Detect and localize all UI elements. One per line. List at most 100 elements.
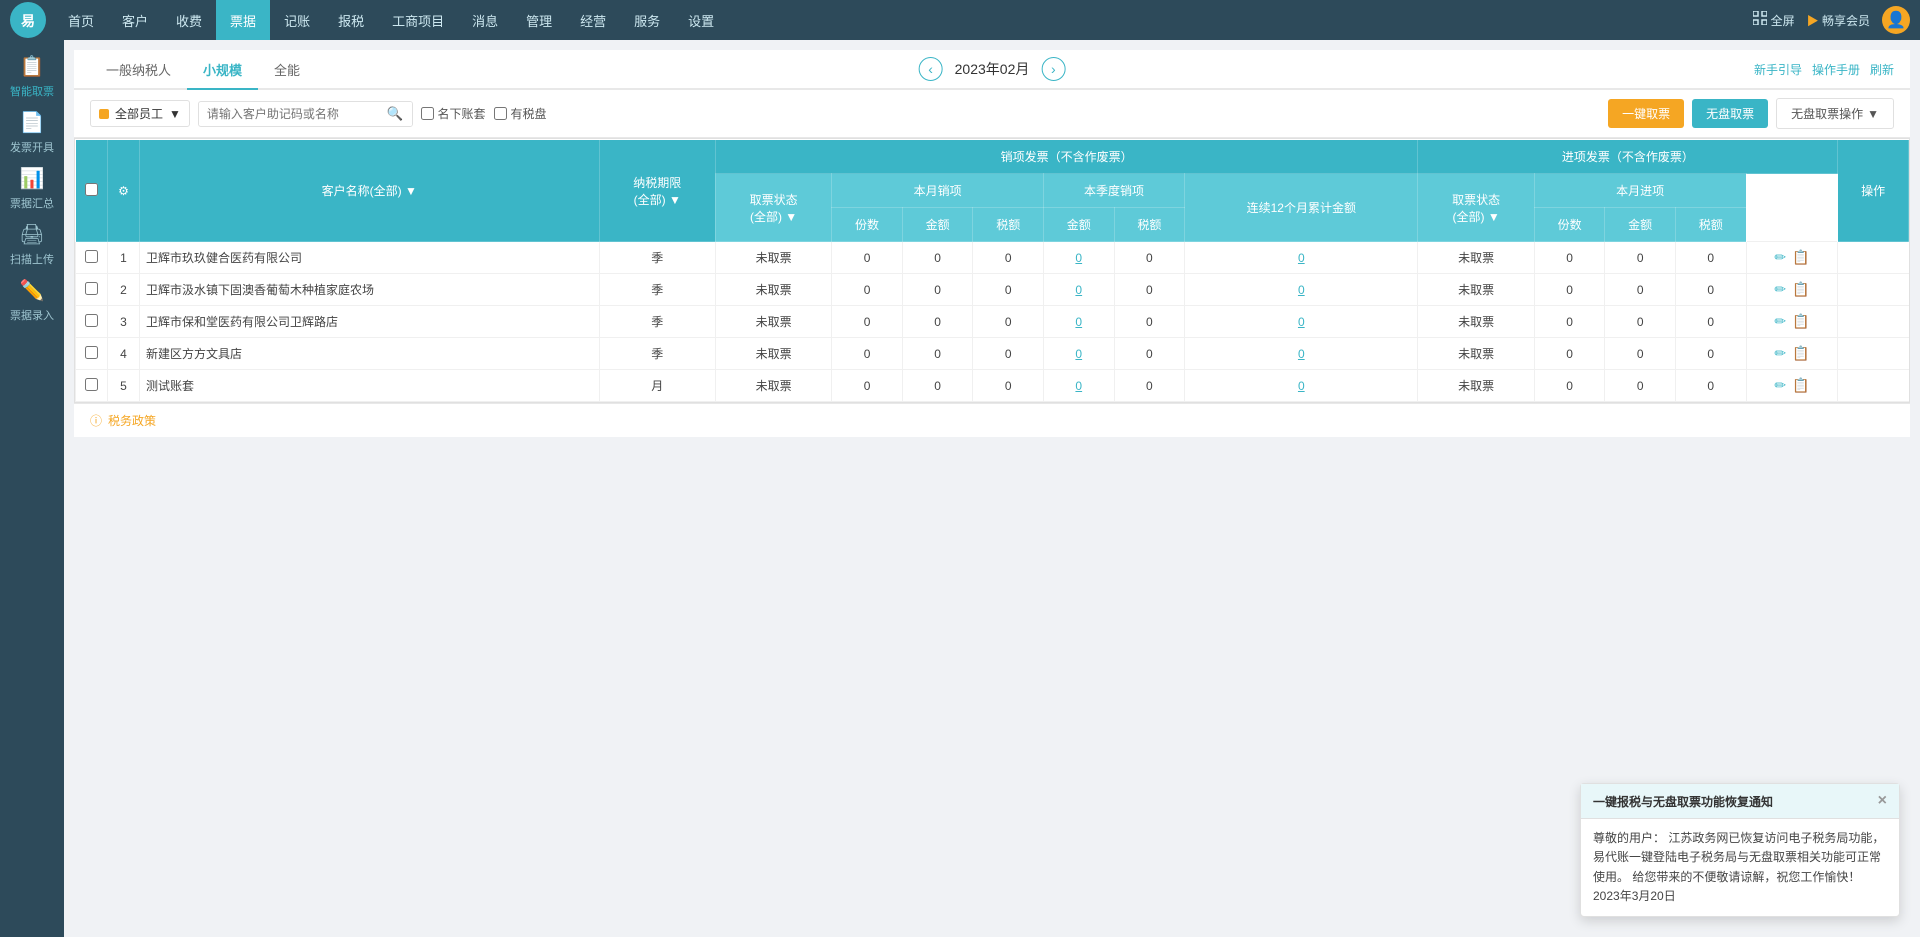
row-checkbox[interactable] [85, 250, 98, 263]
row-checkbox-cell[interactable] [76, 242, 108, 274]
view-icon[interactable]: 📋 [1792, 345, 1809, 362]
edit-icon[interactable]: ✏ [1774, 281, 1786, 298]
nav-item-报税[interactable]: 报税 [324, 0, 378, 40]
row-purchase-month-tax: 0 [1675, 306, 1746, 338]
edit-icon[interactable]: ✏ [1774, 313, 1786, 330]
select-all-checkbox[interactable] [85, 183, 98, 196]
search-button[interactable]: 🔍 [379, 102, 412, 126]
dropdown-icon: ▼ [169, 107, 181, 121]
row-checkbox-cell[interactable] [76, 338, 108, 370]
row-actions: ✏ 📋 [1746, 370, 1838, 402]
row-sales-quarter-amount[interactable]: 0 [1043, 274, 1114, 306]
row-sales-month-tax: 0 [973, 338, 1044, 370]
edit-icon[interactable]: ✏ [1774, 249, 1786, 266]
notification-close-btn[interactable]: × [1878, 792, 1887, 810]
info-icon: ⓘ [90, 412, 102, 429]
view-icon[interactable]: 📋 [1792, 281, 1809, 298]
employee-select[interactable]: 全部员工 ▼ [90, 100, 190, 127]
avatar[interactable]: 👤 [1882, 6, 1910, 34]
row-purchase-status: 未取票 [1418, 306, 1534, 338]
sidebar-item-4[interactable]: ✏️票据录入 [0, 272, 64, 328]
row-checkbox[interactable] [85, 314, 98, 327]
operations-col-header: 操作 [1838, 140, 1909, 242]
row-checkbox-cell[interactable] [76, 306, 108, 338]
row-tax-period: 季 [599, 274, 715, 306]
row-sales-month-tax: 0 [973, 370, 1044, 402]
nav-item-设置[interactable]: 设置 [674, 0, 728, 40]
tab-小规模[interactable]: 小规模 [187, 50, 258, 90]
row-sales-month-tax: 0 [973, 306, 1044, 338]
row-sales-quarter-tax: 0 [1114, 370, 1185, 402]
view-icon[interactable]: 📋 [1792, 249, 1809, 266]
view-icon[interactable]: 📋 [1792, 313, 1809, 330]
purchase-status-header: 取票状态(全部) ▼ [1418, 174, 1534, 242]
row-tax-period: 季 [599, 242, 715, 274]
row-checkbox[interactable] [85, 282, 98, 295]
nav-item-首页[interactable]: 首页 [54, 0, 108, 40]
tab-全能[interactable]: 全能 [258, 50, 316, 90]
nav-item-服务[interactable]: 服务 [620, 0, 674, 40]
no-disk-ops-btn[interactable]: 无盘取票操作 ▼ [1776, 98, 1894, 129]
row-actions: ✏ 📋 [1746, 306, 1838, 338]
filter-group: 全部员工 ▼ 🔍 名下账套 有税盘 [90, 100, 547, 127]
svg-text:易: 易 [21, 13, 35, 29]
row-sales-quarter-amount[interactable]: 0 [1043, 306, 1114, 338]
row-sales-status: 未取票 [715, 306, 831, 338]
row-checkbox-cell[interactable] [76, 274, 108, 306]
row-sales-quarter-tax: 0 [1114, 306, 1185, 338]
nav-item-管理[interactable]: 管理 [512, 0, 566, 40]
row-checkbox[interactable] [85, 378, 98, 391]
row-sales-cumulative[interactable]: 0 [1185, 370, 1418, 402]
tax-disk-filter[interactable]: 有税盘 [494, 105, 547, 122]
account-checkbox[interactable] [421, 107, 434, 120]
nav-item-记账[interactable]: 记账 [270, 0, 324, 40]
tab-action-新手引导[interactable]: 新手引导 [1754, 61, 1802, 78]
row-sales-month-tax: 0 [973, 242, 1044, 274]
row-index-cell: 4 [108, 338, 140, 370]
sidebar-item-3[interactable]: 🖨扫描上传 [0, 216, 64, 272]
row-purchase-month-tax: 0 [1675, 370, 1746, 402]
row-customer: 卫辉市保和堂医药有限公司卫辉路店 [140, 306, 600, 338]
sidebar-icon-1: 📄 [20, 110, 45, 135]
row-purchase-status: 未取票 [1418, 242, 1534, 274]
sidebar-item-0[interactable]: 📋智能取票 [0, 48, 64, 104]
row-sales-quarter-amount[interactable]: 0 [1043, 370, 1114, 402]
nav-item-经营[interactable]: 经营 [566, 0, 620, 40]
edit-icon[interactable]: ✏ [1774, 345, 1786, 362]
edit-icon[interactable]: ✏ [1774, 377, 1786, 394]
row-actions: ✏ 📋 [1746, 274, 1838, 306]
next-period-btn[interactable]: › [1041, 57, 1065, 81]
row-sales-cumulative[interactable]: 0 [1185, 338, 1418, 370]
nav-item-收费[interactable]: 收费 [162, 0, 216, 40]
row-sales-status: 未取票 [715, 274, 831, 306]
row-sales-cumulative[interactable]: 0 [1185, 274, 1418, 306]
account-filter[interactable]: 名下账套 [421, 105, 486, 122]
search-input[interactable] [199, 103, 379, 125]
tax-policy-link[interactable]: 税务政策 [108, 412, 156, 429]
no-disk-btn[interactable]: 无盘取票 [1692, 99, 1768, 128]
row-purchase-status: 未取票 [1418, 370, 1534, 402]
row-sales-cumulative[interactable]: 0 [1185, 306, 1418, 338]
sidebar-item-2[interactable]: 📊票据汇总 [0, 160, 64, 216]
row-checkbox-cell[interactable] [76, 370, 108, 402]
nav-item-客户[interactable]: 客户 [108, 0, 162, 40]
sidebar-item-1[interactable]: 📄发票开具 [0, 104, 64, 160]
sales-status-header: 取票状态(全部) ▼ [715, 174, 831, 242]
view-icon[interactable]: 📋 [1792, 377, 1809, 394]
prev-period-btn[interactable]: ‹ [919, 57, 943, 81]
nav-item-票据[interactable]: 票据 [216, 0, 270, 40]
row-sales-quarter-amount[interactable]: 0 [1043, 242, 1114, 274]
row-sales-quarter-amount[interactable]: 0 [1043, 338, 1114, 370]
nav-item-工商项目[interactable]: 工商项目 [378, 0, 458, 40]
one-key-btn[interactable]: 一键取票 [1608, 99, 1684, 128]
nav-item-消息[interactable]: 消息 [458, 0, 512, 40]
tax-disk-checkbox[interactable] [494, 107, 507, 120]
sales-quarter-header: 本季度销项 [1043, 174, 1184, 208]
member-btn[interactable]: ▶ 畅享会员 [1807, 12, 1870, 29]
row-checkbox[interactable] [85, 346, 98, 359]
tab-action-刷新[interactable]: 刷新 [1870, 61, 1894, 78]
row-sales-cumulative[interactable]: 0 [1185, 242, 1418, 274]
tab-一般纳税人[interactable]: 一般纳税人 [90, 50, 187, 90]
tab-action-操作手册[interactable]: 操作手册 [1812, 61, 1860, 78]
fullscreen-btn[interactable]: 全屏 [1753, 11, 1794, 29]
